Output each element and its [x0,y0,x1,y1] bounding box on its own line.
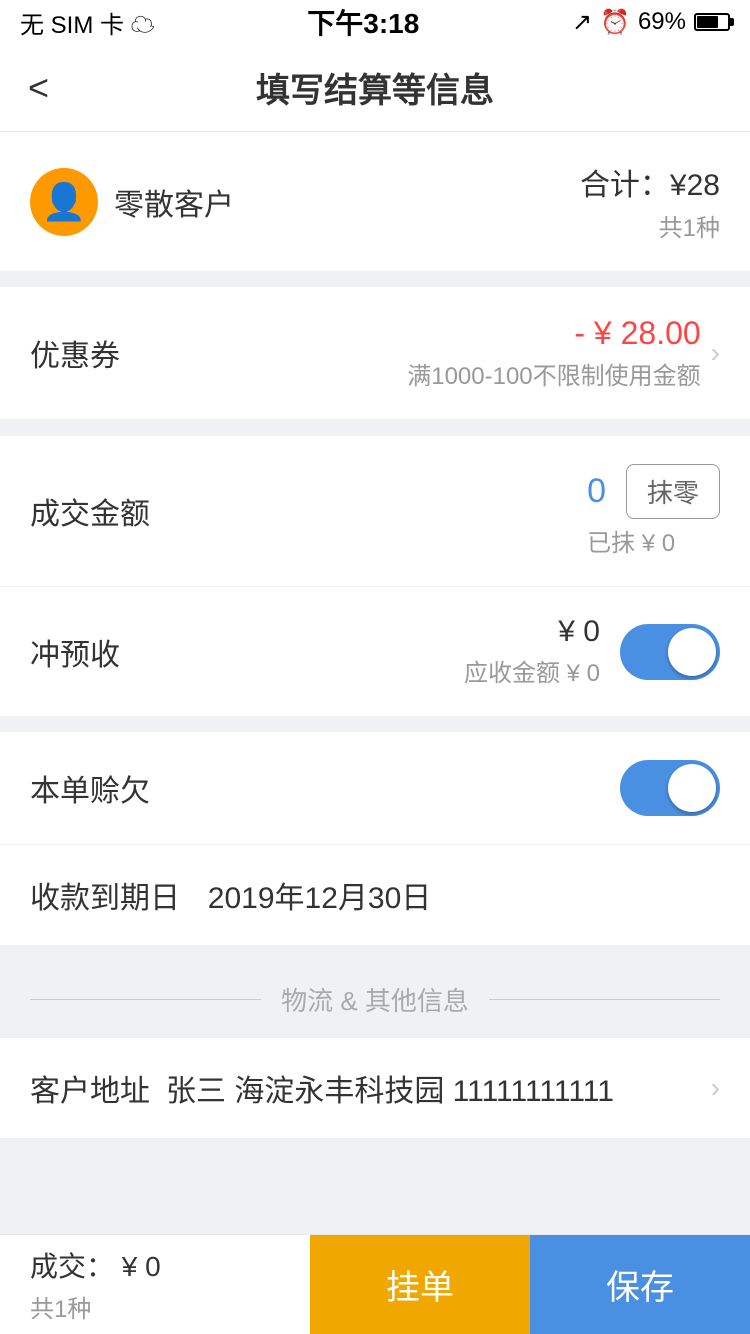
pre-receive-row: 冲预收 ¥ 0 应收金额 ¥ 0 [0,587,750,716]
logistics-label: 物流 & 其他信息 [281,981,469,1018]
deal-amount-value[interactable]: 0 [587,472,606,511]
status-right: ↗ ⏰ 69% [572,8,730,37]
coupon-section: 优惠券 - ¥ 28.00 满1000-100不限制使用金额 › [0,287,750,420]
address-section: 客户地址 张三 海淀永丰科技园 11111111111 › [0,1038,750,1138]
bottom-deal-label: 成交： [30,1251,114,1282]
coupon-label: 优惠券 [30,331,120,375]
battery-icon [694,13,730,31]
address-label: 客户地址 [30,1066,150,1110]
customer-name: 零散客户 [114,180,234,224]
credit-label: 本单赊欠 [30,766,150,810]
due-date-label: 收款到期日 [30,882,180,915]
coupon-chevron-icon: › [711,337,720,369]
due-date-value: 2019年12月30日 [208,882,431,915]
nav-bar: < 填写结算等信息 [0,44,750,132]
credit-toggle-knob [668,764,716,812]
location-icon: ↗ [572,8,592,37]
bottom-info: 成交： ¥ 0 共1种 [0,1245,310,1324]
total-amount: 合计：¥28 [580,160,720,204]
round-zero-button[interactable]: 抹零 [626,464,720,519]
credit-section: 本单赊欠 收款到期日 2019年12月30日 [0,732,750,945]
status-left: 无 SIM 卡 ☁ [20,5,155,40]
address-row[interactable]: 客户地址 张三 海淀永丰科技园 11111111111 › [0,1038,750,1138]
deal-amount-row: 成交金额 0 抹零 已抹 ¥ 0 [0,436,750,587]
address-chevron-icon: › [711,1072,720,1104]
logistics-header: 物流 & 其他信息 [0,961,750,1038]
bottom-bar: 成交： ¥ 0 共1种 挂单 保存 [0,1234,750,1334]
bottom-deal-amount: 成交： ¥ 0 [30,1245,280,1285]
deal-amount-label: 成交金额 [30,489,150,533]
credit-row: 本单赊欠 [0,732,750,844]
deal-sub-label: 已抹 ¥ 0 [587,523,720,558]
page-title: 填写结算等信息 [256,63,494,112]
due-date-row: 收款到期日 2019年12月30日 [0,844,750,945]
pre-main-amount: ¥ 0 [464,615,600,649]
bottom-deal-value: ¥ 0 [122,1251,161,1282]
pre-receive-toggle[interactable] [620,624,720,680]
pre-receive-label: 冲预收 [30,630,120,674]
customer-avatar: 👤 [30,168,98,236]
total-count: 共1种 [580,208,720,243]
status-time: 下午3:18 [307,2,419,42]
status-bar: 无 SIM 卡 ☁ 下午3:18 ↗ ⏰ 69% [0,0,750,44]
hold-button[interactable]: 挂单 [310,1235,530,1334]
coupon-amount: - ¥ 28.00 [574,315,700,352]
pre-sub-amount: 应收金额 ¥ 0 [464,653,600,688]
coupon-right: - ¥ 28.00 满1000-100不限制使用金额 [407,315,700,391]
sim-status: 无 SIM 卡 ☁ [20,5,155,40]
toggle-knob [668,628,716,676]
battery-percent: 69% [638,8,686,36]
address-value: 张三 海淀永丰科技园 11111111111 [166,1066,701,1110]
customer-row: 👤 零散客户 合计：¥28 共1种 [0,132,750,271]
credit-toggle[interactable] [620,760,720,816]
save-button[interactable]: 保存 [530,1235,750,1334]
pre-receive-amounts: ¥ 0 应收金额 ¥ 0 [464,615,600,688]
coupon-desc: 满1000-100不限制使用金额 [407,356,700,391]
bottom-count: 共1种 [30,1289,280,1324]
coupon-row[interactable]: 优惠券 - ¥ 28.00 满1000-100不限制使用金额 › [0,287,750,420]
alarm-icon: ⏰ [600,8,630,37]
back-button[interactable]: < [28,67,49,109]
transaction-section: 成交金额 0 抹零 已抹 ¥ 0 冲预收 ¥ 0 应收金额 ¥ 0 [0,436,750,716]
